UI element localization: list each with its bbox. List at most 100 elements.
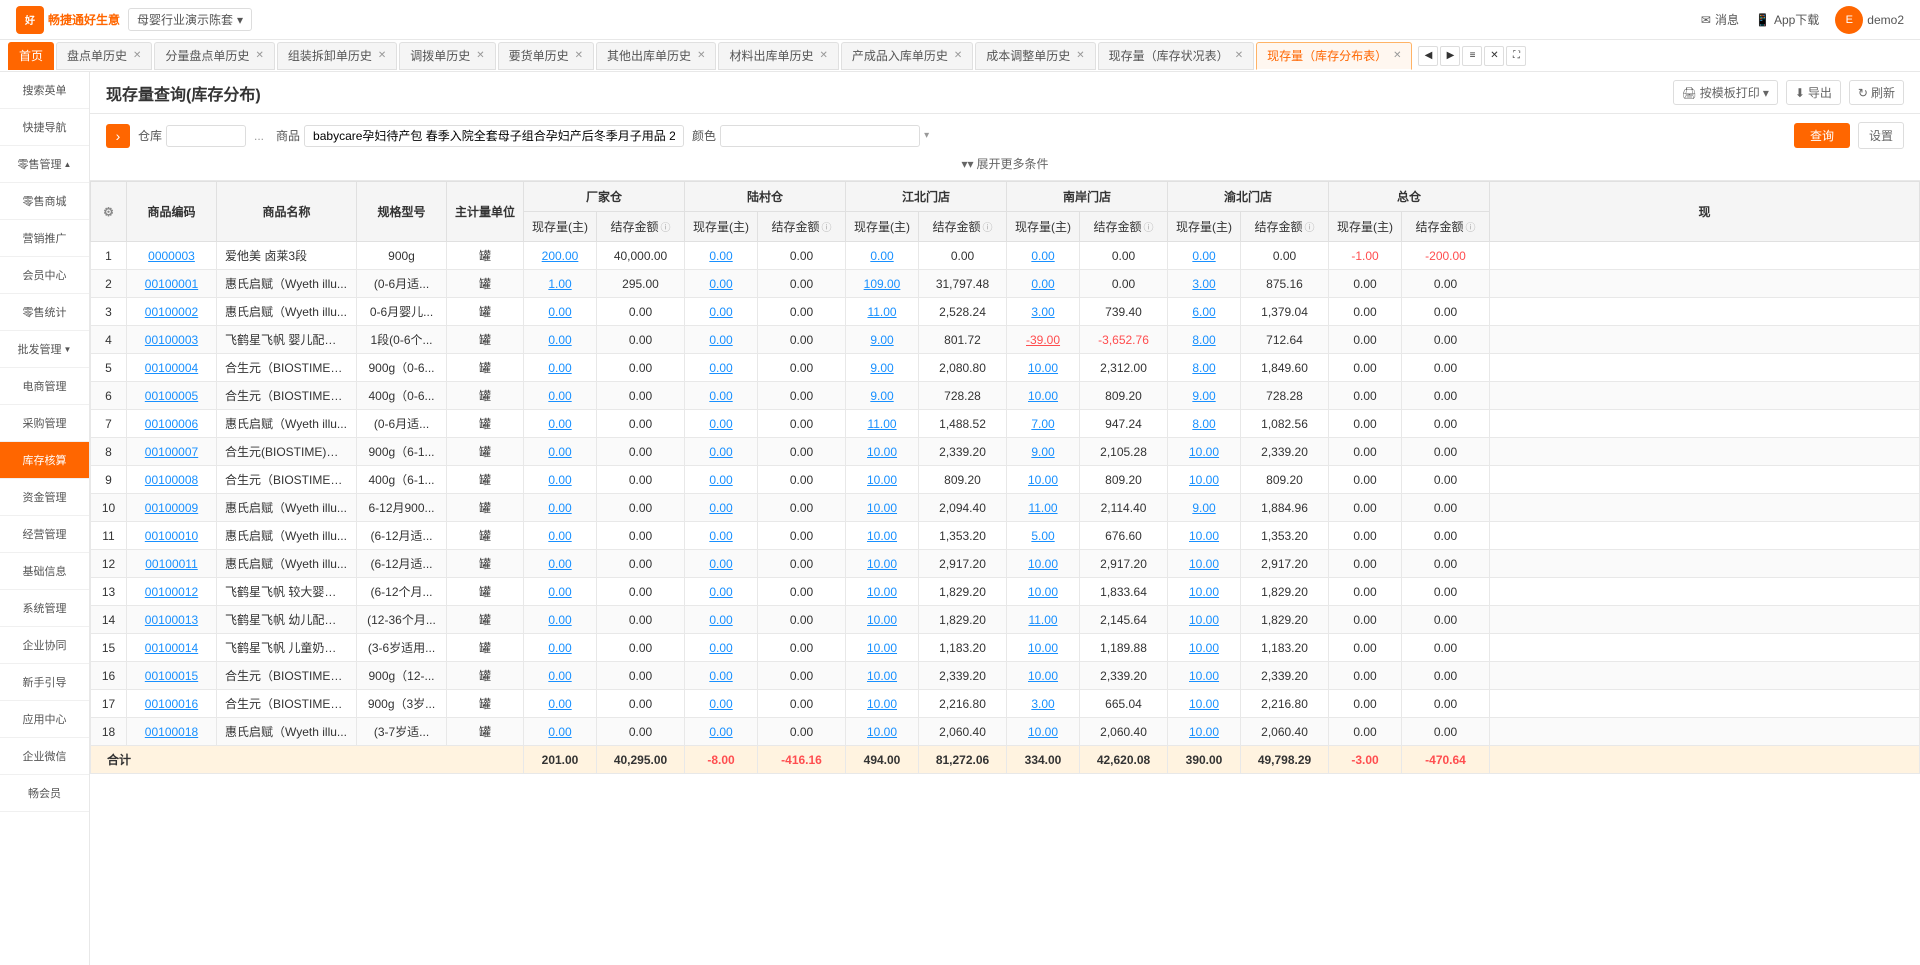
qty-link[interactable]: 9.00 — [1192, 501, 1215, 515]
sidebar-item-weixin[interactable]: 企业微信 — [0, 738, 89, 775]
code-link[interactable]: 00100004 — [145, 361, 198, 375]
qty-link[interactable]: 0.00 — [709, 501, 732, 515]
qty-link[interactable]: 5.00 — [1031, 529, 1054, 543]
sidebar-item-apps[interactable]: 应用中心 — [0, 701, 89, 738]
close-icon[interactable]: ✕ — [954, 50, 962, 61]
qty-link[interactable]: 10.00 — [867, 557, 897, 571]
qty-link[interactable]: 10.00 — [867, 473, 897, 487]
qty-link[interactable]: 10.00 — [867, 641, 897, 655]
qty-link[interactable]: 0.00 — [1192, 249, 1215, 263]
qty-link[interactable]: -39.00 — [1026, 333, 1060, 347]
qty-link[interactable]: 3.00 — [1031, 305, 1054, 319]
tab-prev-btn[interactable]: ◀ — [1418, 46, 1438, 66]
qty-link[interactable]: 0.00 — [548, 305, 571, 319]
qty-link[interactable]: 9.00 — [870, 333, 893, 347]
tab-close-all-btn[interactable]: ✕ — [1484, 46, 1504, 66]
qty-link[interactable]: 0.00 — [548, 585, 571, 599]
qty-link[interactable]: 11.00 — [1028, 613, 1057, 627]
qty-link[interactable]: 3.00 — [1192, 277, 1215, 291]
sidebar-item-inventory[interactable]: 库存核算 — [0, 442, 89, 479]
sidebar-item-purchase[interactable]: 采购管理 — [0, 405, 89, 442]
sidebar-item-marketing[interactable]: 营销推广 — [0, 220, 89, 257]
code-link[interactable]: 00100011 — [145, 557, 198, 571]
ellipsis-icon[interactable]: ... — [250, 129, 268, 143]
qty-link[interactable]: 0.00 — [709, 361, 732, 375]
qty-link[interactable]: 10.00 — [1189, 697, 1219, 711]
code-link[interactable]: 00100014 — [145, 641, 198, 655]
qty-link[interactable]: 6.00 — [1192, 305, 1215, 319]
qty-link[interactable]: 0.00 — [709, 613, 732, 627]
qty-link[interactable]: 0.00 — [709, 277, 732, 291]
qty-link[interactable]: 0.00 — [548, 669, 571, 683]
tab-cailiao-history[interactable]: 材料出库单历史 ✕ — [718, 42, 838, 70]
info-icon[interactable]: ⓘ — [1466, 223, 1476, 234]
qty-link[interactable]: 0.00 — [870, 249, 893, 263]
code-link[interactable]: 00100007 — [145, 445, 198, 459]
tab-qita-history[interactable]: 其他出库单历史 ✕ — [596, 42, 716, 70]
code-link[interactable]: 00100008 — [145, 473, 198, 487]
info-icon[interactable]: ⓘ — [661, 223, 671, 234]
qty-link[interactable]: 0.00 — [709, 557, 732, 571]
setting-btn[interactable]: 设置 — [1858, 122, 1904, 149]
code-link[interactable]: 00100012 — [145, 585, 198, 599]
qty-link[interactable]: 9.00 — [1192, 389, 1215, 403]
qty-link[interactable]: 109.00 — [864, 277, 901, 291]
qty-link[interactable]: 0.00 — [548, 417, 571, 431]
qty-link[interactable]: 10.00 — [1028, 585, 1058, 599]
tab-diaob-history[interactable]: 调拨单历史 ✕ — [399, 42, 495, 70]
qty-link[interactable]: 7.00 — [1031, 417, 1054, 431]
qty-link[interactable]: 10.00 — [1028, 389, 1058, 403]
qty-link[interactable]: 1.00 — [548, 277, 571, 291]
qty-link[interactable]: 0.00 — [709, 249, 732, 263]
code-link[interactable]: 00100013 — [145, 613, 198, 627]
qty-link[interactable]: 0.00 — [709, 529, 732, 543]
tab-home[interactable]: 首页 — [8, 42, 54, 70]
code-link[interactable]: 0000003 — [148, 249, 195, 263]
sidebar-item-finance[interactable]: 资金管理 — [0, 479, 89, 516]
user-area[interactable]: E demo2 — [1835, 6, 1904, 34]
qty-link[interactable]: 0.00 — [709, 641, 732, 655]
code-link[interactable]: 00100015 — [145, 669, 198, 683]
qty-link[interactable]: 10.00 — [1189, 585, 1219, 599]
color-input[interactable] — [720, 125, 920, 147]
close-icon[interactable]: ✕ — [697, 50, 705, 61]
qty-link[interactable]: 10.00 — [867, 529, 897, 543]
qty-link[interactable]: 10.00 — [1028, 557, 1058, 571]
info-icon[interactable]: ⓘ — [1144, 223, 1154, 234]
sidebar-item-vip[interactable]: 畅会员 — [0, 775, 89, 812]
sidebar-item-quicknav[interactable]: 快捷导航 — [0, 109, 89, 146]
qty-link[interactable]: 0.00 — [1031, 249, 1054, 263]
qty-link[interactable]: 9.00 — [870, 361, 893, 375]
qty-link[interactable]: 11.00 — [867, 417, 896, 431]
qty-link[interactable]: 10.00 — [867, 669, 897, 683]
tab-chengpin-history[interactable]: 产成品入库单历史 ✕ — [841, 42, 973, 70]
qty-link[interactable]: 10.00 — [867, 445, 897, 459]
qty-link[interactable]: 10.00 — [1189, 445, 1219, 459]
qty-link[interactable]: 0.00 — [709, 473, 732, 487]
qty-link[interactable]: 10.00 — [867, 613, 897, 627]
code-link[interactable]: 00100009 — [145, 501, 198, 515]
qty-link[interactable]: 200.00 — [542, 249, 579, 263]
qty-link[interactable]: 0.00 — [709, 333, 732, 347]
goods-input[interactable] — [304, 125, 684, 147]
query-btn[interactable]: 查询 — [1794, 123, 1850, 148]
close-icon[interactable]: ✕ — [1076, 50, 1084, 61]
qty-link[interactable]: 10.00 — [1189, 557, 1219, 571]
print-btn[interactable]: 🖨 按模板打印 ▾ — [1673, 80, 1778, 105]
message-btn[interactable]: ✉ 消息 — [1701, 11, 1739, 28]
info-icon[interactable]: ⓘ — [983, 223, 993, 234]
qty-link[interactable]: 10.00 — [1189, 613, 1219, 627]
tab-expand-btn[interactable]: ⛶ — [1506, 46, 1526, 66]
qty-link[interactable]: 0.00 — [1031, 277, 1054, 291]
code-link[interactable]: 00100003 — [145, 333, 198, 347]
qty-link[interactable]: 0.00 — [548, 501, 571, 515]
sidebar-item-system[interactable]: 系统管理 — [0, 590, 89, 627]
qty-link[interactable]: 8.00 — [1192, 417, 1215, 431]
qty-link[interactable]: 10.00 — [1189, 669, 1219, 683]
sidebar-item-search[interactable]: 搜索英单 — [0, 72, 89, 109]
qty-link[interactable]: 0.00 — [548, 473, 571, 487]
qty-link[interactable]: 0.00 — [709, 697, 732, 711]
code-link[interactable]: 00100002 — [145, 305, 198, 319]
tab-chengben-history[interactable]: 成本调整单历史 ✕ — [975, 42, 1095, 70]
close-icon[interactable]: ✕ — [255, 50, 263, 61]
